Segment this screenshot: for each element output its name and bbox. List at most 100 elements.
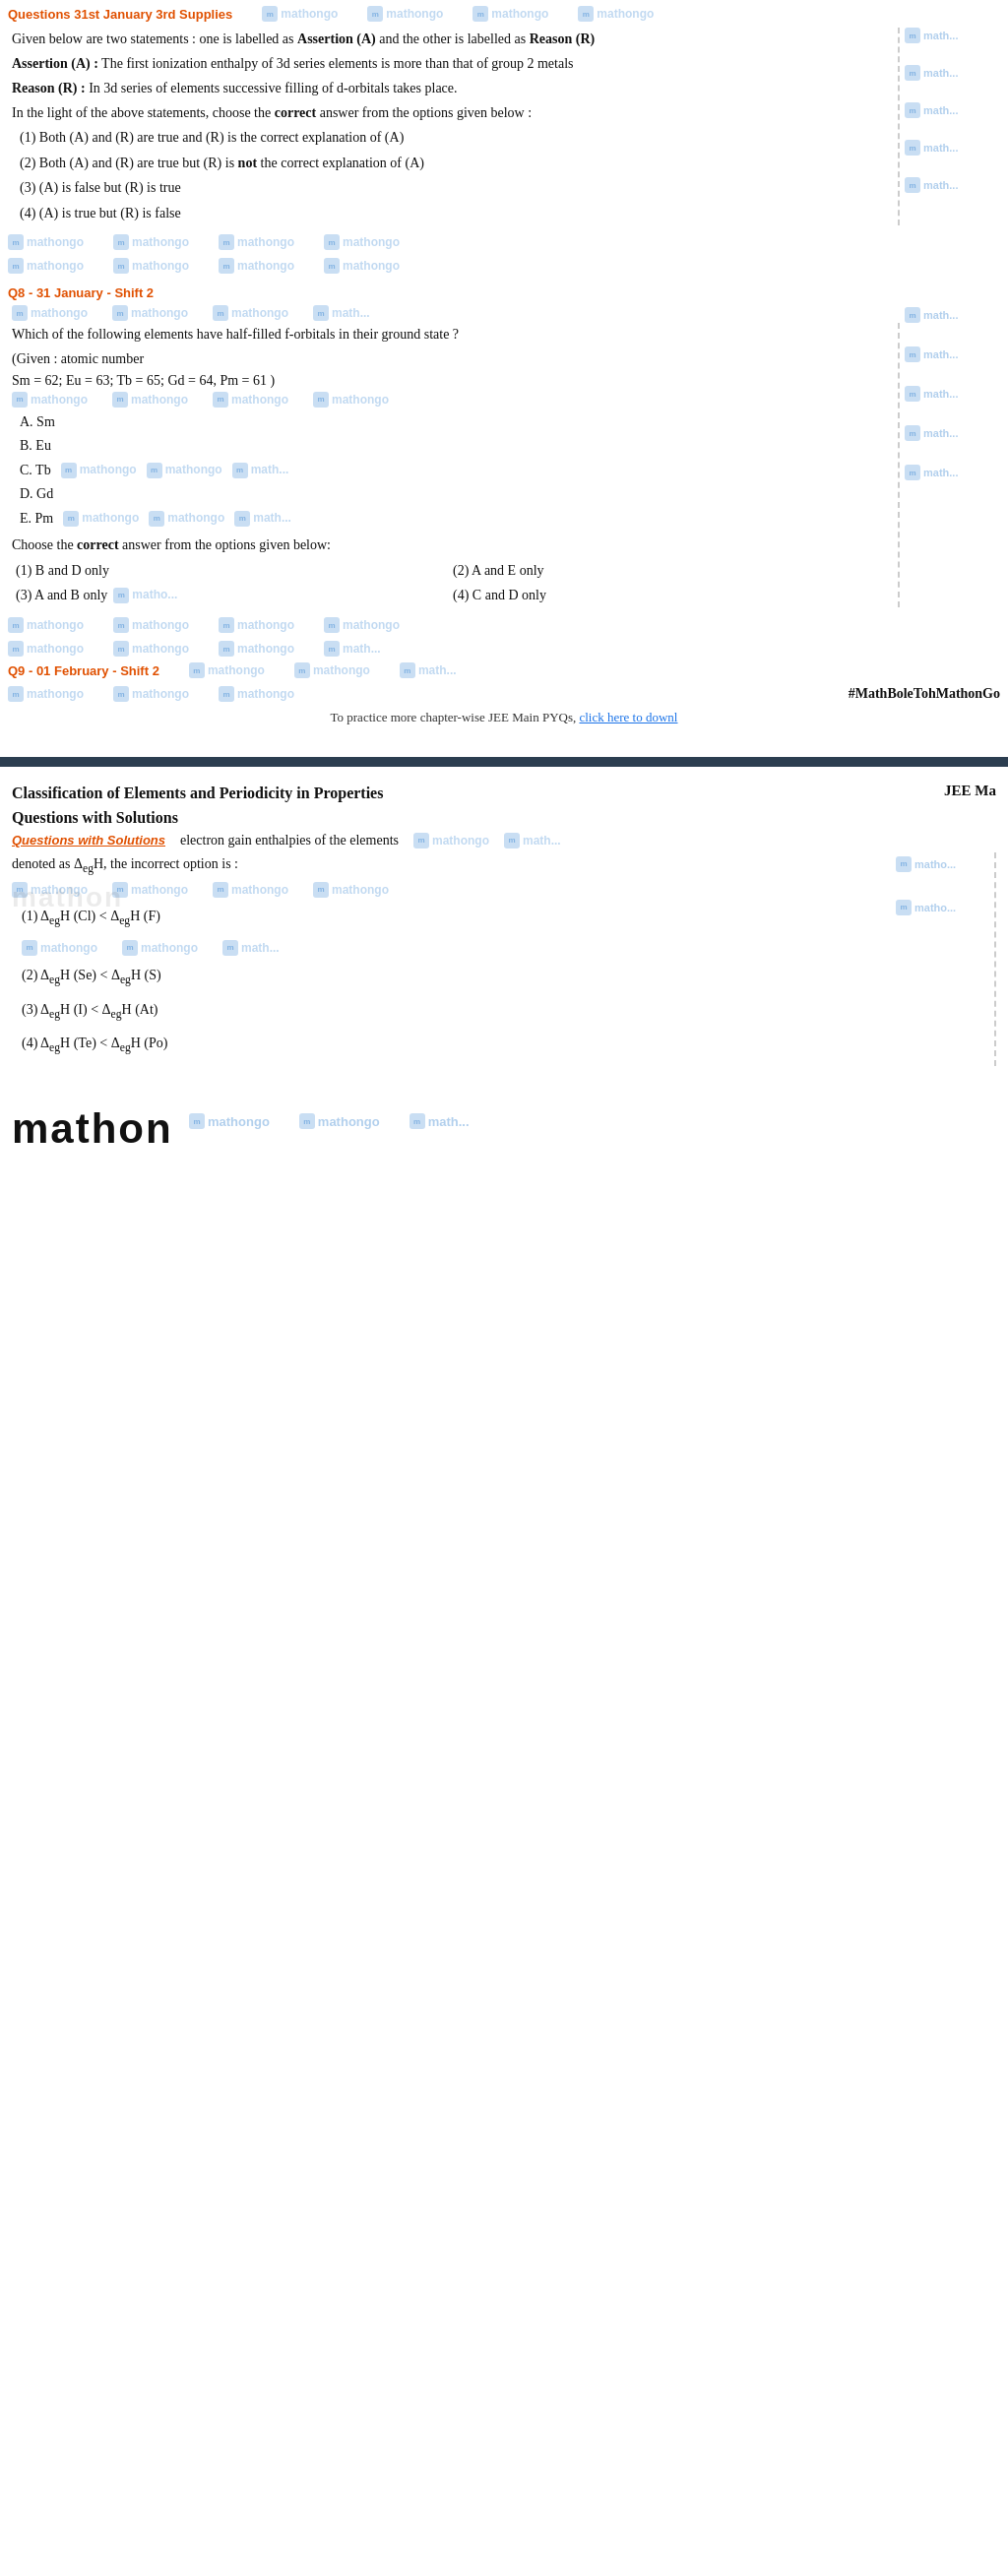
rwm1: mmath... [905,28,1008,43]
mathon-overlay-wm: mmathongo mmathongo mmath... [189,1113,470,1129]
wm-logo-m3: m [219,234,234,250]
q8-rwm4: mmath... [905,425,1008,441]
download-link[interactable]: click here to downl [579,710,677,724]
wm-logo-m2: m [113,234,129,250]
q8-atomic-row: Sm = 62; Eu = 63; Tb = 65; Gd = 64, Pm =… [12,373,890,389]
b-rwm1: mmatho... [896,856,1004,872]
bottom-section: Classification of Elements and Periodici… [0,767,1008,1665]
wm-logo-m1: m [8,234,24,250]
bwm-r1a-logo: m [12,882,28,898]
q8-wm-logo4: m [313,305,329,321]
q-denoted-text: denoted as ΔegH, the incorrect option is… [12,852,891,878]
q9-wm-r3: mmathongo [219,686,294,702]
q8-wm-e2-logo: m [149,511,164,527]
wm-row-mid2: mmathongo mmathongo mmathongo mmathongo [0,254,1008,278]
q8-main-text: Which of the following elements have hal… [12,323,890,346]
wm-aq8-3: mmathongo [219,617,294,633]
wm-aq8b-4-logo: m [324,641,340,657]
mathon-brand-area: mathon mmathongo mmathongo mmath... [12,1105,996,1153]
mathon-wm2: mmathongo [299,1113,380,1129]
q8-wm-r2d: mmathongo [313,392,389,408]
page-wrapper: Questions 31st January 3rd Supplies mmat… [0,0,1008,1665]
right-wm-col: mmath... mmath... mmath... mmath... mmat… [905,24,1008,193]
q9-header-row: Q9 - 01 February - Shift 2 mmathongo mma… [0,659,1008,682]
q8-atomic-values: Sm = 62; Eu = 63; Tb = 65; Gd = 64, Pm =… [12,373,275,389]
b-opt1: (1) ΔegH (Cl) < ΔegH (F) [22,904,891,931]
bwm-r1d-logo: m [313,882,329,898]
rwm-logo5: m [905,177,920,193]
q8-rwm-logo5: m [905,465,920,480]
q-text-container: denoted as ΔegH, the incorrect option is… [12,852,891,878]
wm-logo-m4: m [324,234,340,250]
q8-optD: D. Gd [20,482,890,507]
page-title-right: JEE Ma [944,783,996,799]
bwm1-logo: m [413,833,429,848]
q7-opt3: (3) (A) is false but (R) is true [20,176,890,201]
q8-element-opts: A. Sm B. Eu C. Tb mmathongo mmathongo mm… [12,410,890,532]
q8-wm-logo3: m [213,305,228,321]
wm-m3: mmathongo [219,234,294,250]
bwm-r1c: mmathongo [213,882,288,898]
q8-wm3: mmathongo [213,305,288,321]
bottom-options: (1) ΔegH (Cl) < ΔegH (F) mmathongo mmath… [12,902,891,1067]
bottom-q-inner: mathon denoted as ΔegH, the incorrect op… [12,852,996,1067]
rwm2: mmath... [905,65,1008,81]
wm-aq8-4-logo: m [324,617,340,633]
bwm-r1d: mmathongo [313,882,389,898]
wm-m8: mmathongo [324,258,400,274]
mathon-wm3-logo: m [410,1113,425,1129]
mathon-wm3: mmath... [410,1113,470,1129]
q9-wm3: mmath... [400,662,457,678]
wm-logo-m6: m [113,258,129,274]
q8-rwm-logo2: m [905,346,920,362]
q7-content: mmath... mmath... mmath... mmath... mmat… [0,24,1008,230]
b-opt3: (3) ΔegH (I) < ΔegH (At) [22,997,891,1025]
q8-optE-row: E. Pm mmathongo mmathongo mmath... [20,507,890,532]
q8-rwm-logo1: m [905,307,920,323]
q8-rwm1: mmath... [905,307,1008,323]
hashtag-text: #MathBoleTohMathonGo [849,686,1000,702]
q8-optB: B. Eu [20,434,890,459]
q7-header-label: Questions 31st January 3rd Supplies [8,7,232,22]
q8-wm-ans3: mmatho... [113,585,177,605]
wm-aq8b-4: mmath... [324,641,381,657]
q8-wm-e2: mmathongo [149,508,224,529]
q8-wm-c3-logo: m [232,463,248,478]
download-text: To practice more chapter-wise JEE Main P… [331,710,577,724]
wm-m1: mmathongo [8,234,84,250]
wm-aq8-1: mmathongo [8,617,84,633]
q8-content: mmath... mmath... mmath... mmath... mmat… [0,303,1008,611]
wm-aq8b-1-logo: m [8,641,24,657]
q8-header-row: Q8 - 31 January - Shift 2 [0,278,1008,303]
q7-intro-text: Given below are two statements : one is … [12,28,890,50]
q8-ans1-row: (1) B and D only [16,559,453,584]
download-row: To practice more chapter-wise JEE Main P… [0,706,1008,737]
wm-aq8-2-logo: m [113,617,129,633]
q8-wm-r2a-logo: m [12,392,28,408]
q7-choose-text: In the light of the above statements, ch… [12,101,890,124]
q9-wm3-logo: m [400,662,415,678]
b-opt4: (4) ΔegH (Te) < ΔegH (Po) [22,1031,167,1058]
q9-header-label: Q9 - 01 February - Shift 2 [8,663,159,678]
wm-aq8b-3-logo: m [219,641,234,657]
top-section: Questions 31st January 3rd Supplies mmat… [0,0,1008,757]
mathon-overlay-area: mathon denoted as ΔegH, the incorrect op… [12,852,891,878]
mathon-wm2-logo: m [299,1113,315,1129]
q9-wm1: mmathongo [189,662,265,678]
bwm-r1a: mmathongo [12,882,88,898]
q8-optC-row: C. Tb mmathongo mmathongo mmath... [20,459,890,483]
wm-row-mid1: mmathongo mmathongo mmathongo mmathongo [0,230,1008,254]
bwm-r1b-logo: m [112,882,128,898]
qs-text-part: electron gain enthalpies of the elements [180,833,399,848]
wm-aq8-3-logo: m [219,617,234,633]
questions-label-row: Questions with Solutions electron gain e… [12,833,996,848]
q9-wm2: mmathongo [294,662,370,678]
q9-wm-r1-logo: m [8,686,24,702]
q8-wm-logo2: m [112,305,128,321]
wm-logo: m [262,6,278,22]
q8-wm-c2-logo: m [147,463,162,478]
wm-aq8-1-logo: m [8,617,24,633]
wm-m7: mmathongo [219,258,294,274]
q8-right-wm: mmath... mmath... mmath... mmath... mmat… [905,303,1008,480]
q8-wm-e3: mmath... [234,508,291,529]
